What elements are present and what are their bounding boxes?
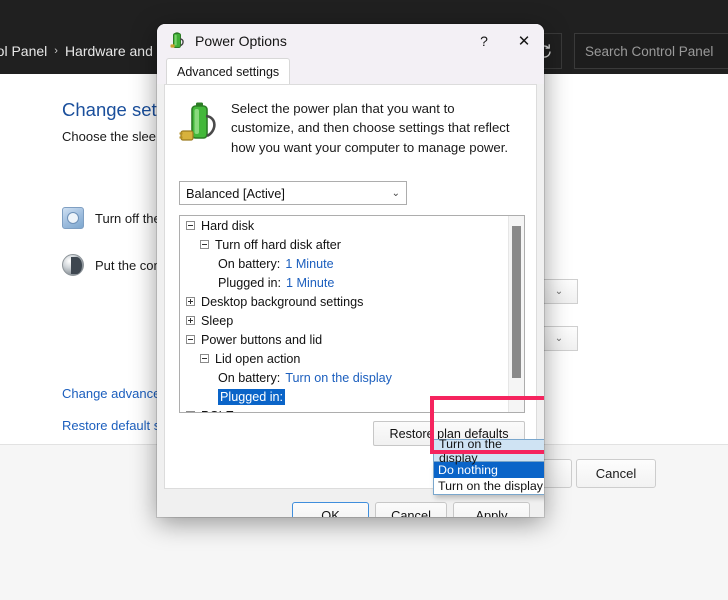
sleep-timeout-dropdown[interactable]: ⌄	[540, 326, 578, 351]
tree-item-pci-express[interactable]: PCI Express	[180, 406, 524, 413]
close-icon[interactable]: ✕	[504, 24, 544, 58]
breadcrumb-item-0[interactable]: rol Panel	[0, 43, 47, 59]
tree-item-label: On battery:	[218, 371, 280, 385]
lid-plugged-in-dropdown[interactable]: Turn on the display ⌄ Do nothing Turn on…	[433, 439, 544, 495]
tree-item-hard-disk[interactable]: Hard disk	[180, 216, 524, 235]
search-input[interactable]: Search Control Panel	[585, 44, 713, 59]
collapse-minus-icon[interactable]	[186, 221, 195, 230]
clock-icon	[62, 207, 84, 229]
setting-label-0: Turn off the	[95, 211, 161, 226]
page-subtitle: Choose the slee	[62, 129, 156, 144]
tree-item-label: Turn off hard disk after	[215, 238, 341, 252]
tree-item-desktop-background-settings[interactable]: Desktop background settings	[180, 292, 524, 311]
tree-item-label: Power buttons and lid	[201, 333, 322, 347]
tree-scrollbar-thumb[interactable]	[512, 226, 521, 378]
tree-item-label-selected: Plugged in:	[218, 389, 285, 405]
chevron-down-icon: ⌄	[539, 445, 544, 456]
collapse-minus-icon[interactable]	[186, 335, 195, 344]
dialog-footer: OK Cancel Apply	[157, 492, 544, 517]
setting-label-1: Put the com	[95, 258, 164, 273]
breadcrumb[interactable]: rol Panel › Hardware and S	[0, 43, 166, 59]
tree-item-value[interactable]: Turn on the display	[285, 371, 392, 385]
intro-text: Select the power plan that you want to c…	[231, 99, 521, 157]
link-change-advanced[interactable]: Change advance	[62, 386, 160, 401]
tree-item-label: Desktop background settings	[201, 295, 363, 309]
page-title: Change sett	[62, 99, 162, 121]
tree-item-hd-plugged-in[interactable]: Plugged in: 1 Minute	[180, 273, 524, 292]
ok-button[interactable]: OK	[292, 502, 369, 517]
tree-item-value[interactable]: 1 Minute	[285, 257, 333, 271]
chevron-down-icon: ⌄	[555, 334, 563, 344]
tree-item-power-buttons-and-lid[interactable]: Power buttons and lid	[180, 330, 524, 349]
dialog-tabstrip: Advanced settings	[157, 58, 544, 84]
power-plan-select[interactable]: Balanced [Active] ⌄	[179, 181, 407, 205]
collapse-minus-icon[interactable]	[200, 240, 209, 249]
chevron-right-icon: ›	[54, 45, 58, 57]
dropdown-options-list[interactable]: Do nothing Turn on the display	[433, 462, 544, 495]
advanced-settings-tree[interactable]: Hard disk Turn off hard disk after On ba…	[179, 215, 525, 413]
dropdown-option-turn-on-the-display[interactable]: Turn on the display	[434, 478, 544, 494]
tree-item-hd-on-battery[interactable]: On battery: 1 Minute	[180, 254, 524, 273]
search-box[interactable]: Search Control Panel	[574, 33, 728, 69]
dialog-page: Select the power plan that you want to c…	[164, 84, 537, 489]
display-timeout-dropdown[interactable]: ⌄	[540, 279, 578, 304]
tree-item-sleep[interactable]: Sleep	[180, 311, 524, 330]
tree-item-lid-plugged-in[interactable]: Plugged in:	[180, 387, 524, 406]
dropdown-closed-value[interactable]: Turn on the display ⌄	[433, 439, 544, 462]
tree-item-label: On battery:	[218, 257, 280, 271]
chevron-down-icon: ⌄	[555, 287, 563, 297]
apply-button[interactable]: Apply	[453, 502, 530, 517]
tab-advanced-settings[interactable]: Advanced settings	[166, 58, 290, 84]
breadcrumb-item-1[interactable]: Hardware and S	[65, 43, 166, 59]
expand-plus-icon[interactable]	[186, 316, 195, 325]
moon-icon	[62, 254, 84, 276]
dialog-titlebar: Power Options ? ✕	[157, 24, 544, 58]
power-plan-value: Balanced [Active]	[186, 186, 285, 201]
collapse-minus-icon[interactable]	[200, 354, 209, 363]
link-restore-defaults[interactable]: Restore default s	[62, 418, 160, 433]
tree-item-lid-open-action[interactable]: Lid open action	[180, 349, 524, 368]
power-battery-icon	[168, 32, 186, 50]
setting-row-sleep: Put the com	[62, 254, 164, 276]
tree-scrollbar[interactable]	[508, 216, 524, 412]
tree-items: Hard disk Turn off hard disk after On ba…	[180, 216, 524, 413]
dialog-cancel-button[interactable]: Cancel	[375, 502, 447, 517]
tree-item-label: Plugged in:	[218, 276, 281, 290]
help-button[interactable]: ?	[464, 24, 504, 58]
intro-block: Select the power plan that you want to c…	[179, 99, 521, 157]
dialog-title: Power Options	[195, 33, 287, 49]
tree-item-label: Sleep	[201, 314, 233, 328]
power-options-dialog: Power Options ? ✕ Advanced settings	[157, 24, 544, 517]
expand-plus-icon[interactable]	[186, 297, 195, 306]
screen: rol Panel › Hardware and S Search Contro…	[0, 0, 728, 600]
tree-item-turn-off-hard-disk-after[interactable]: Turn off hard disk after	[180, 235, 524, 254]
cancel-button[interactable]: Cancel	[576, 459, 656, 488]
battery-plug-icon	[179, 101, 219, 147]
expand-plus-icon[interactable]	[186, 411, 195, 413]
chevron-down-icon: ⌄	[392, 188, 400, 199]
dropdown-selected-text: Turn on the display	[439, 437, 539, 465]
tree-item-label: PCI Express	[201, 409, 271, 414]
tree-item-label: Lid open action	[215, 352, 300, 366]
setting-row-turn-off-display: Turn off the	[62, 207, 161, 229]
tree-item-lid-on-battery[interactable]: On battery: Turn on the display	[180, 368, 524, 387]
tree-item-value[interactable]: 1 Minute	[286, 276, 334, 290]
tree-item-label: Hard disk	[201, 219, 254, 233]
